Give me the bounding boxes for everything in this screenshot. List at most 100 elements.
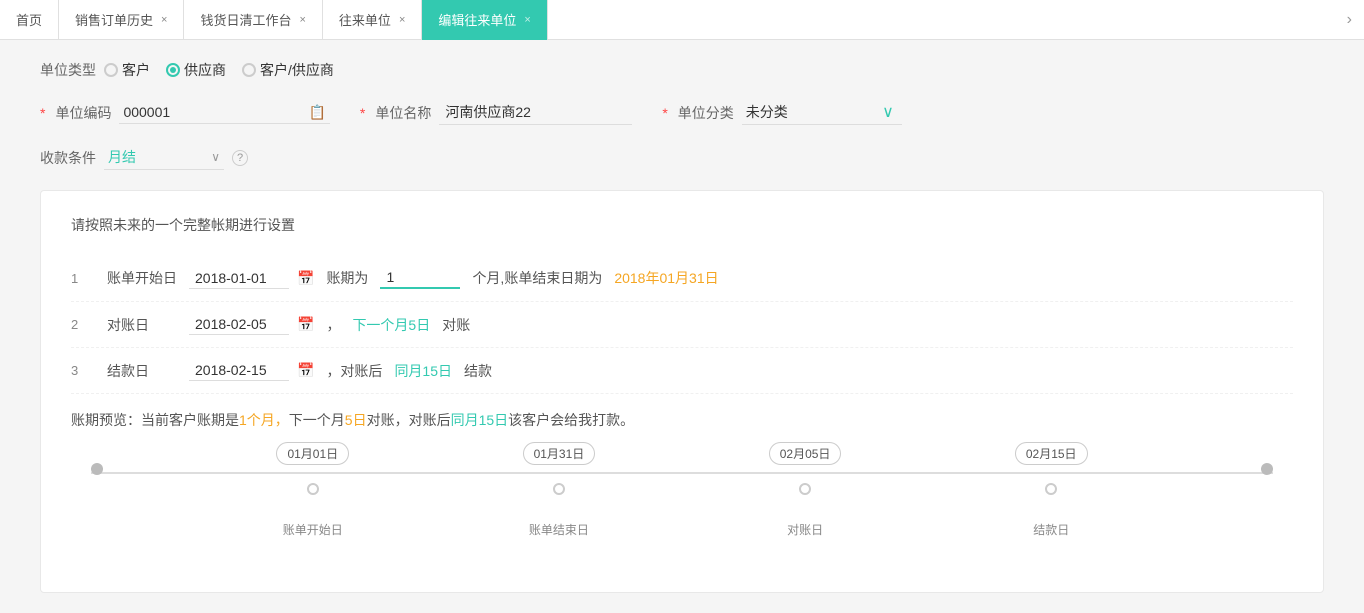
- timeline-node-4: 02月15日 结款日: [1015, 460, 1088, 538]
- period-input[interactable]: [380, 267, 460, 289]
- node-4-dot: [1045, 483, 1057, 495]
- preview-h2: 5日: [345, 412, 367, 428]
- row-3-date-wrap: 2018-02-15 📅: [189, 360, 314, 381]
- tab-cash-close-icon[interactable]: ×: [299, 14, 305, 26]
- unit-name-group: * 单位名称: [360, 100, 632, 125]
- unit-code-group: * 单位编码 📋: [40, 102, 330, 124]
- row-2-date-wrap: 2018-02-05 📅: [189, 314, 314, 335]
- preview-mid2: 对账，对账后: [367, 412, 451, 428]
- timeline-end: [1261, 463, 1273, 541]
- tab-more-button[interactable]: ›: [1335, 0, 1364, 40]
- tab-cash-label: 钱货日清工作台: [200, 10, 291, 29]
- row-1-calendar-icon[interactable]: 📅: [297, 270, 314, 287]
- name-required-star: *: [360, 105, 365, 121]
- row-2-highlight: 下一个月5日: [352, 315, 430, 335]
- unit-category-dropdown[interactable]: 未分类 ∨: [742, 100, 902, 125]
- preview-h3: 同月15日: [451, 412, 509, 428]
- radio-both[interactable]: 客户/供应商: [242, 60, 334, 80]
- payment-terms-group: 收款条件 月结 ∨ ?: [40, 145, 248, 170]
- tab-sales-close-icon[interactable]: ×: [161, 14, 167, 26]
- row-3-num: 3: [71, 363, 95, 378]
- payment-terms-help-icon[interactable]: ?: [232, 150, 248, 166]
- unit-name-input[interactable]: [439, 100, 632, 125]
- tab-partner-close-icon[interactable]: ×: [399, 14, 405, 26]
- tab-partner-label: 往来单位: [339, 10, 391, 29]
- row-1-mid-text: 账期为: [326, 268, 368, 288]
- payment-terms-arrow-icon: ∨: [211, 150, 220, 164]
- unit-code-icon[interactable]: 📋: [308, 104, 325, 121]
- unit-code-label: 单位编码: [55, 103, 111, 123]
- tab-partner[interactable]: 往来单位 ×: [323, 0, 422, 40]
- node-3-label: 02月05日: [769, 442, 842, 465]
- row-3-type: 结款日: [107, 361, 177, 381]
- setting-row-3: 3 结款日 2018-02-15 📅 ，对账后 同月15日 结款: [71, 348, 1293, 394]
- payment-terms-row: 收款条件 月结 ∨ ?: [40, 145, 1324, 170]
- preview-text: 账期预览：当前客户账期是1个月，下一个月5日对账，对账后同月15日该客户会给我打…: [71, 410, 1293, 430]
- row-3-calendar-icon[interactable]: 📅: [297, 362, 314, 379]
- node-4-caption: 结款日: [1033, 521, 1069, 538]
- row-3-suffix: 结款: [464, 361, 492, 381]
- tab-cash-workbench[interactable]: 钱货日清工作台 ×: [184, 0, 322, 40]
- node-2-caption: 账单结束日: [529, 521, 589, 538]
- category-dropdown-arrow-icon: ∨: [882, 102, 894, 122]
- payment-terms-label: 收款条件: [40, 148, 96, 168]
- code-required-star: *: [40, 105, 45, 121]
- radio-customer[interactable]: 客户: [104, 60, 150, 80]
- row-1-date-wrap: 2018-01-01 📅: [189, 268, 314, 289]
- unit-code-input-wrap: 📋: [119, 102, 329, 124]
- preview-section: 账期预览：当前客户账期是1个月，下一个月5日对账，对账后同月15日该客户会给我打…: [71, 394, 1293, 568]
- node-1-caption: 账单开始日: [283, 521, 343, 538]
- radio-supplier-circle: [166, 63, 180, 77]
- page-content: 单位类型 客户 供应商 客户/供应商 * 单位编码: [0, 40, 1364, 613]
- row-2-num: 2: [71, 317, 95, 332]
- preview-mid1: 下一个月: [289, 412, 345, 428]
- row-2-date-value: 2018-02-05: [189, 314, 289, 335]
- radio-both-label: 客户/供应商: [260, 60, 334, 80]
- timeline-node-2: 01月31日 账单结束日: [523, 460, 596, 538]
- node-4-label: 02月15日: [1015, 442, 1088, 465]
- setting-row-2: 2 对账日 2018-02-05 📅 ， 下一个月5日 对账: [71, 302, 1293, 348]
- tab-home[interactable]: 首页: [0, 0, 59, 40]
- tab-sales-label: 销售订单历史: [75, 10, 153, 29]
- setting-card: 请按照未来的一个完整帐期进行设置 1 账单开始日 2018-01-01 📅 账期…: [40, 190, 1324, 593]
- row-2-type: 对账日: [107, 315, 177, 335]
- tab-bar: 首页 销售订单历史 × 钱货日清工作台 × 往来单位 × 编辑往来单位 × ›: [0, 0, 1364, 40]
- radio-customer-circle: [104, 63, 118, 77]
- row-2-prefix: ，: [326, 315, 340, 335]
- radio-supplier[interactable]: 供应商: [166, 60, 226, 80]
- node-3-caption: 对账日: [787, 521, 823, 538]
- row-1-type: 账单开始日: [107, 268, 177, 288]
- timeline-end-dot: [1261, 463, 1273, 475]
- row-1-num: 1: [71, 271, 95, 286]
- radio-both-circle: [242, 63, 256, 77]
- unit-category-label: 单位分类: [678, 103, 734, 123]
- unit-code-input[interactable]: [123, 104, 304, 120]
- node-3-dot: [799, 483, 811, 495]
- card-title: 请按照未来的一个完整帐期进行设置: [71, 215, 1293, 235]
- unit-type-group: 单位类型 客户 供应商 客户/供应商: [40, 60, 334, 80]
- preview-label: 账期预览：当前客户账期是: [71, 412, 239, 428]
- node-2-dot: [553, 483, 565, 495]
- timeline-start-dot: [91, 463, 103, 475]
- radio-supplier-label: 供应商: [184, 60, 226, 80]
- payment-terms-dropdown[interactable]: 月结 ∨: [104, 145, 224, 170]
- timeline: 01月01日 账单开始日 01月31日 账单结束日 02月05日: [71, 450, 1293, 568]
- row-3-prefix: ，对账后: [326, 361, 382, 381]
- unit-category-value: 未分类: [746, 102, 874, 122]
- tab-home-label: 首页: [16, 10, 42, 29]
- cat-required-star: *: [662, 105, 667, 121]
- unit-category-group: * 单位分类 未分类 ∨: [662, 100, 901, 125]
- timeline-node-1: 01月01日 账单开始日: [276, 460, 349, 538]
- row-1-date-value: 2018-01-01: [189, 268, 289, 289]
- unit-type-label: 单位类型: [40, 60, 96, 80]
- tab-sales-history[interactable]: 销售订单历史 ×: [59, 0, 184, 40]
- node-2-label: 01月31日: [523, 442, 596, 465]
- tab-edit-close-icon[interactable]: ×: [524, 14, 530, 26]
- row-2-calendar-icon[interactable]: 📅: [297, 316, 314, 333]
- timeline-nodes: 01月01日 账单开始日 01月31日 账单结束日 02月05日: [91, 460, 1273, 538]
- unit-name-label: 单位名称: [375, 103, 431, 123]
- tab-edit-partner[interactable]: 编辑往来单位 ×: [422, 0, 547, 40]
- row-3-date-value: 2018-02-15: [189, 360, 289, 381]
- code-name-row: * 单位编码 📋 * 单位名称 * 单位分类 未分类 ∨: [40, 100, 1324, 125]
- tab-edit-partner-label: 编辑往来单位: [438, 10, 516, 29]
